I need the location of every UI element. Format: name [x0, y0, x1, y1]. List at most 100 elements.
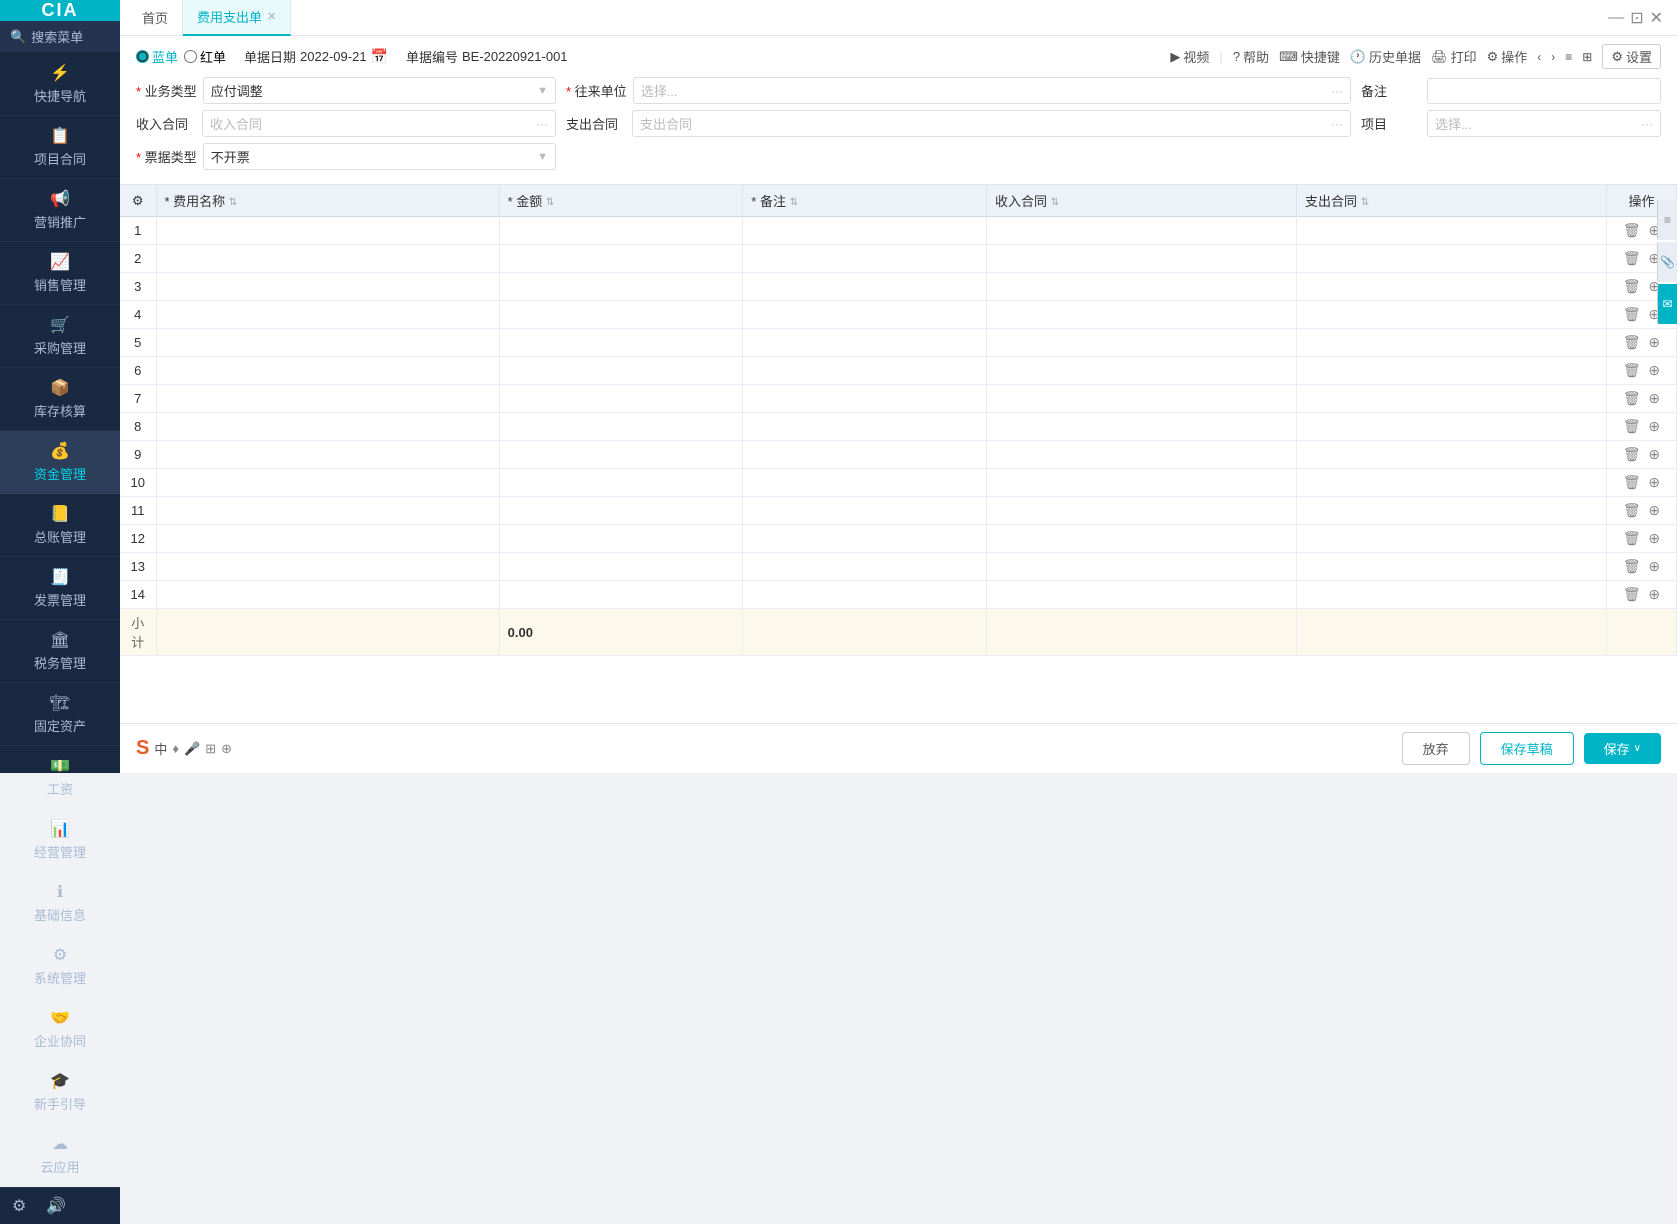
sidebar-item-payroll[interactable]: 💵工资 [0, 746, 120, 809]
row-income-contract[interactable] [986, 469, 1296, 497]
sidebar-item-basic-info[interactable]: ℹ基础信息 [0, 872, 120, 935]
sidebar-item-operations[interactable]: 📊经营管理 [0, 809, 120, 872]
row-delete-btn[interactable]: 🗑 [1623, 334, 1641, 350]
row-remark[interactable] [743, 469, 987, 497]
row-expense-contract[interactable] [1296, 329, 1606, 357]
shortcut-btn[interactable]: ⌨ 快捷键 [1279, 47, 1340, 66]
row-income-contract[interactable] [986, 301, 1296, 329]
row-expense-contract[interactable] [1296, 245, 1606, 273]
row-expense-name[interactable] [156, 441, 499, 469]
row-expense-name[interactable] [156, 581, 499, 609]
tab-home[interactable]: 首页 [128, 0, 183, 36]
red-radio-label[interactable]: 红单 [184, 47, 226, 66]
sidebar-item-purchase[interactable]: 🛒采购管理 [0, 305, 120, 368]
row-remark[interactable] [743, 273, 987, 301]
row-copy-btn[interactable]: ⊕ [1648, 558, 1660, 574]
row-delete-btn[interactable]: 🗑 [1623, 418, 1641, 434]
row-income-contract[interactable] [986, 497, 1296, 525]
sidebar-item-marketing[interactable]: 📢营销推广 [0, 179, 120, 242]
row-expense-contract[interactable] [1296, 357, 1606, 385]
row-income-contract[interactable] [986, 357, 1296, 385]
window-restore[interactable]: ⊡ [1630, 8, 1643, 28]
row-remark[interactable] [743, 553, 987, 581]
tab-expense[interactable]: 费用支出单 ✕ [183, 0, 291, 36]
business-type-input[interactable]: 应付调整 ▼ [203, 77, 556, 104]
row-copy-btn[interactable]: ⊕ [1648, 418, 1660, 434]
row-remark[interactable] [743, 525, 987, 553]
row-remark[interactable] [743, 497, 987, 525]
row-expense-name[interactable] [156, 217, 499, 245]
row-income-contract[interactable] [986, 525, 1296, 553]
window-close[interactable]: ✕ [1650, 8, 1663, 28]
row-amount[interactable] [499, 385, 743, 413]
row-delete-btn[interactable]: 🗑 [1623, 306, 1641, 322]
sidebar-item-enterprise[interactable]: 🤝企业协同 [0, 998, 120, 1061]
history-btn[interactable]: 🕐 历史单据 [1350, 47, 1421, 66]
row-expense-name[interactable] [156, 245, 499, 273]
window-minimize[interactable]: — [1608, 9, 1624, 27]
row-copy-btn[interactable]: ⊕ [1648, 362, 1660, 378]
sidebar-item-invoice[interactable]: 🧾发票管理 [0, 557, 120, 620]
row-income-contract[interactable] [986, 581, 1296, 609]
remark-input[interactable] [1427, 78, 1661, 104]
row-remark[interactable] [743, 385, 987, 413]
row-delete-btn[interactable]: 🗑 [1623, 558, 1641, 574]
row-income-contract[interactable] [986, 245, 1296, 273]
save-draft-button[interactable]: 保存草稿 [1480, 732, 1574, 765]
expense-contract-input[interactable]: 支出合同 ··· [632, 110, 1351, 137]
row-expense-contract[interactable] [1296, 441, 1606, 469]
income-contract-input[interactable]: 收入合同 ··· [202, 110, 556, 137]
col-amount[interactable]: * 金额 ⇅ [499, 185, 743, 217]
row-delete-btn[interactable]: 🗑 [1623, 502, 1641, 518]
row-amount[interactable] [499, 301, 743, 329]
row-expense-name[interactable] [156, 553, 499, 581]
row-remark[interactable] [743, 217, 987, 245]
sidebar-search[interactable]: 🔍 搜索菜单 [0, 21, 120, 53]
row-delete-btn[interactable]: 🗑 [1623, 222, 1641, 238]
row-copy-btn[interactable]: ⊕ [1648, 334, 1660, 350]
row-amount[interactable] [499, 357, 743, 385]
row-remark[interactable] [743, 329, 987, 357]
row-copy-btn[interactable]: ⊕ [1648, 446, 1660, 462]
row-amount[interactable] [499, 525, 743, 553]
row-expense-contract[interactable] [1296, 301, 1606, 329]
edge-tab-2[interactable]: 📎 [1657, 242, 1677, 282]
row-delete-btn[interactable]: 🗑 [1623, 446, 1641, 462]
row-delete-btn[interactable]: 🗑 [1623, 530, 1641, 546]
sidebar-item-system[interactable]: ⚙系统管理 [0, 935, 120, 998]
row-amount[interactable] [499, 469, 743, 497]
row-income-contract[interactable] [986, 553, 1296, 581]
row-expense-contract[interactable] [1296, 497, 1606, 525]
row-delete-btn[interactable]: 🗑 [1623, 250, 1641, 266]
sidebar-item-quick-nav[interactable]: ⚡快捷导航 [0, 53, 120, 116]
row-delete-btn[interactable]: 🗑 [1623, 278, 1641, 294]
ticket-type-input[interactable]: 不开票 ▼ [203, 143, 556, 170]
row-delete-btn[interactable]: 🗑 [1623, 474, 1641, 490]
row-amount[interactable] [499, 441, 743, 469]
col-expense-contract[interactable]: 支出合同 ⇅ [1296, 185, 1606, 217]
row-expense-name[interactable] [156, 357, 499, 385]
row-expense-contract[interactable] [1296, 525, 1606, 553]
row-income-contract[interactable] [986, 329, 1296, 357]
row-expense-contract[interactable] [1296, 581, 1606, 609]
row-remark[interactable] [743, 357, 987, 385]
row-income-contract[interactable] [986, 385, 1296, 413]
date-value[interactable]: 2022-09-21 [300, 49, 367, 64]
edge-tab-3[interactable]: ✉ [1657, 284, 1677, 324]
row-amount[interactable] [499, 245, 743, 273]
row-expense-name[interactable] [156, 273, 499, 301]
row-amount[interactable] [499, 217, 743, 245]
sidebar-item-ledger[interactable]: 📒总账管理 [0, 494, 120, 557]
sidebar-item-assets[interactable]: 🏗固定资产 [0, 683, 120, 746]
row-income-contract[interactable] [986, 441, 1296, 469]
video-btn[interactable]: ▶ 视频 [1170, 47, 1209, 66]
row-remark[interactable] [743, 245, 987, 273]
row-amount[interactable] [499, 273, 743, 301]
help-btn[interactable]: ? 帮助 [1233, 47, 1269, 66]
row-expense-contract[interactable] [1296, 413, 1606, 441]
row-copy-btn[interactable]: ⊕ [1648, 390, 1660, 406]
row-amount[interactable] [499, 581, 743, 609]
sidebar-item-inventory[interactable]: 📦库存核算 [0, 368, 120, 431]
row-amount[interactable] [499, 329, 743, 357]
row-remark[interactable] [743, 581, 987, 609]
